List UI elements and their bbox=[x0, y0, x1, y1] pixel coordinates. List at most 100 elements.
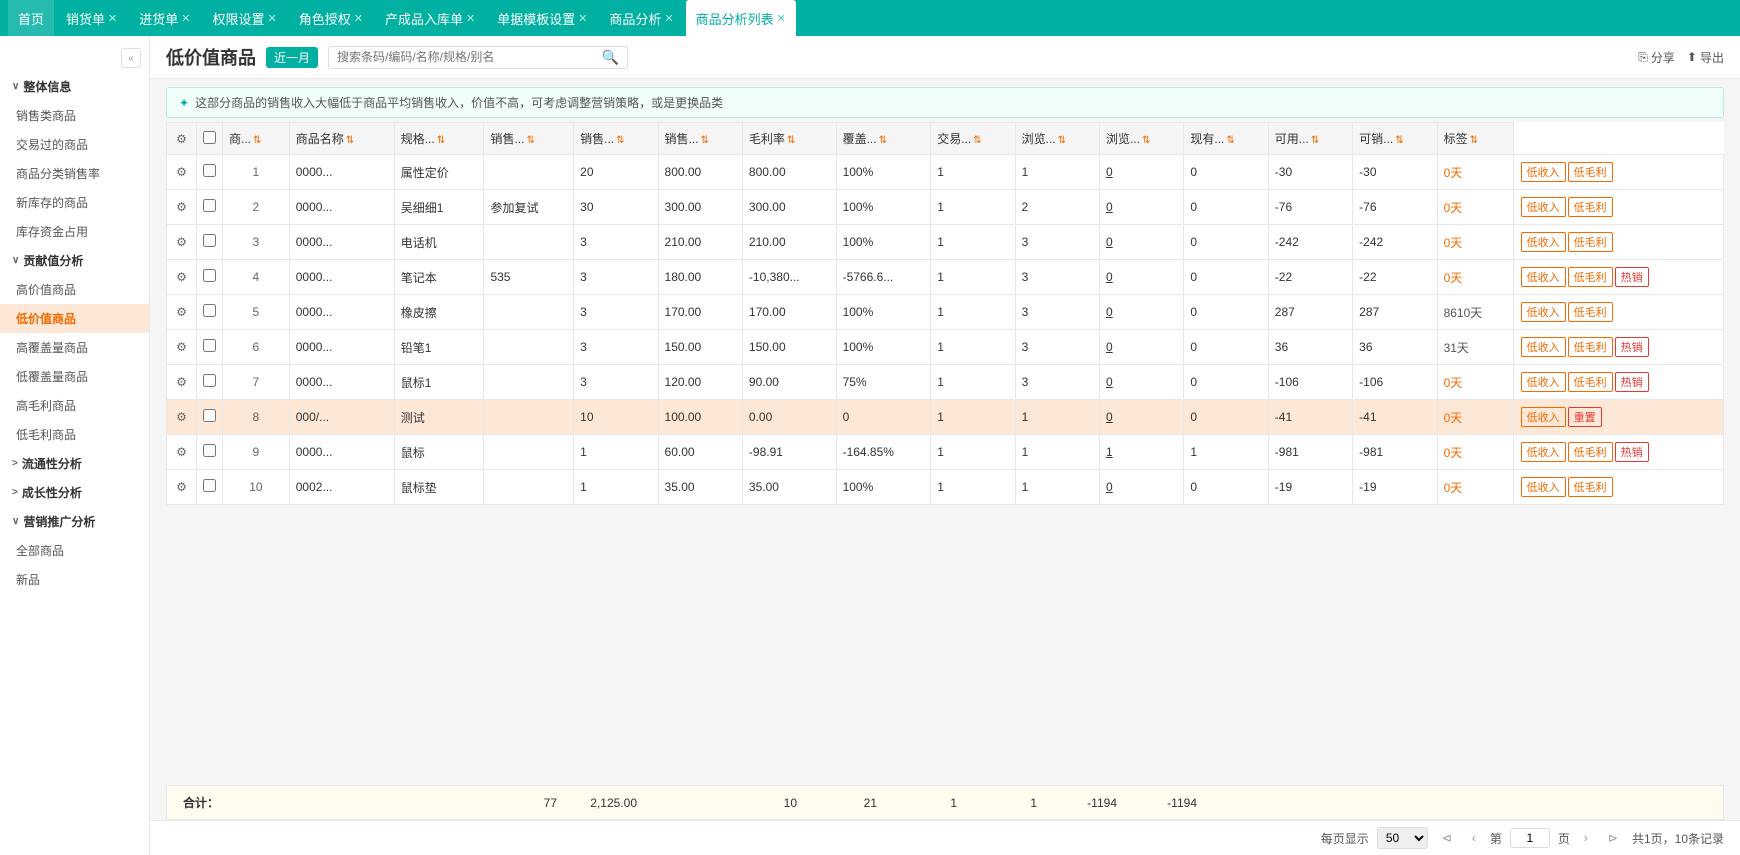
date-tag[interactable]: 近一月 bbox=[266, 47, 318, 68]
nav-close-icon[interactable]: ✕ bbox=[268, 12, 277, 25]
view-count-link[interactable]: 0 bbox=[1106, 410, 1113, 424]
sidebar-item-inventory-funds[interactable]: 库存资金占用 bbox=[0, 217, 149, 246]
row-checkbox[interactable] bbox=[197, 225, 223, 260]
select-all-checkbox[interactable] bbox=[203, 131, 216, 144]
nav-product-analysis[interactable]: 商品分析✕ bbox=[599, 0, 683, 36]
sidebar-item-traded-products[interactable]: 交易过的商品 bbox=[0, 130, 149, 159]
row-checkbox[interactable] bbox=[197, 330, 223, 365]
row-gear[interactable]: ⚙ bbox=[167, 260, 197, 295]
th-sales3[interactable]: 销售...⇅ bbox=[658, 123, 742, 155]
row-checkbox[interactable] bbox=[197, 295, 223, 330]
sidebar-collapse-button[interactable]: « bbox=[121, 48, 141, 68]
nav-template-setting[interactable]: 单据模板设置✕ bbox=[487, 0, 597, 36]
th-spec[interactable]: 规格...⇅ bbox=[394, 123, 484, 155]
row-gear[interactable]: ⚙ bbox=[167, 470, 197, 505]
sidebar-item-low-coverage[interactable]: 低覆盖量商品 bbox=[0, 362, 149, 391]
row-gear[interactable]: ⚙ bbox=[167, 295, 197, 330]
row-gear[interactable]: ⚙ bbox=[167, 400, 197, 435]
sidebar-group-marketing[interactable]: ∨营销推广分析 bbox=[0, 507, 149, 536]
page-size-select[interactable]: 50 100 200 bbox=[1377, 827, 1428, 849]
sidebar-item-all-products[interactable]: 全部商品 bbox=[0, 536, 149, 565]
th-sales2[interactable]: 销售...⇅ bbox=[574, 123, 658, 155]
row-gear[interactable]: ⚙ bbox=[167, 365, 197, 400]
nav-close-icon[interactable]: ✕ bbox=[354, 12, 363, 25]
row-select-checkbox[interactable] bbox=[203, 164, 216, 177]
row-select-checkbox[interactable] bbox=[203, 304, 216, 317]
first-page-button[interactable]: ⊲ bbox=[1436, 829, 1458, 847]
sidebar-group-contribution[interactable]: ∨贡献值分析 bbox=[0, 246, 149, 275]
nav-close-icon[interactable]: ✕ bbox=[777, 12, 786, 25]
prev-page-button[interactable]: ‹ bbox=[1466, 829, 1482, 847]
sidebar-item-new-inventory[interactable]: 新库存的商品 bbox=[0, 188, 149, 217]
nav-close-icon[interactable]: ✕ bbox=[578, 12, 587, 25]
nav-close-icon[interactable]: ✕ bbox=[181, 12, 190, 25]
th-views1[interactable]: 浏览...⇅ bbox=[1015, 123, 1099, 155]
search-input[interactable] bbox=[337, 50, 598, 64]
view-count-link[interactable]: 0 bbox=[1106, 200, 1113, 214]
share-button[interactable]: ⎘ 分享 bbox=[1638, 49, 1675, 66]
view-count-link[interactable]: 0 bbox=[1106, 270, 1113, 284]
nav-sales-order[interactable]: 销货单✕ bbox=[56, 0, 127, 36]
th-current-stock[interactable]: 现有...⇅ bbox=[1184, 123, 1268, 155]
nav-close-icon[interactable]: ✕ bbox=[664, 12, 673, 25]
sidebar-item-high-coverage[interactable]: 高覆盖量商品 bbox=[0, 333, 149, 362]
view-count-link[interactable]: 1 bbox=[1106, 445, 1113, 459]
sidebar-group-circulation[interactable]: >流通性分析 bbox=[0, 449, 149, 478]
row-gear[interactable]: ⚙ bbox=[167, 330, 197, 365]
th-views2[interactable]: 浏览...⇅ bbox=[1100, 123, 1184, 155]
row-select-checkbox[interactable] bbox=[203, 234, 216, 247]
row-gear[interactable]: ⚙ bbox=[167, 190, 197, 225]
row-gear[interactable]: ⚙ bbox=[167, 225, 197, 260]
sidebar-group-overall[interactable]: ∨整体信息 bbox=[0, 72, 149, 101]
nav-product-inbound[interactable]: 产成品入库单✕ bbox=[375, 0, 485, 36]
view-count-link[interactable]: 0 bbox=[1106, 375, 1113, 389]
row-checkbox[interactable] bbox=[197, 435, 223, 470]
nav-home[interactable]: 首页 bbox=[8, 0, 54, 36]
row-select-checkbox[interactable] bbox=[203, 339, 216, 352]
view-count-link[interactable]: 0 bbox=[1106, 165, 1113, 179]
th-coverage[interactable]: 覆盖...⇅ bbox=[836, 123, 931, 155]
next-page-button[interactable]: › bbox=[1578, 829, 1594, 847]
th-tags[interactable]: 标签⇅ bbox=[1437, 123, 1513, 155]
th-margin[interactable]: 毛利率⇅ bbox=[742, 123, 836, 155]
nav-close-icon[interactable]: ✕ bbox=[466, 12, 475, 25]
th-checkbox[interactable] bbox=[197, 123, 223, 155]
export-button[interactable]: ⬆ 导出 bbox=[1687, 49, 1724, 66]
sidebar-item-high-value[interactable]: 高价值商品 bbox=[0, 275, 149, 304]
search-icon[interactable]: 🔍 bbox=[602, 49, 619, 66]
sidebar-group-growth[interactable]: >成长性分析 bbox=[0, 478, 149, 507]
row-checkbox[interactable] bbox=[197, 400, 223, 435]
row-select-checkbox[interactable] bbox=[203, 374, 216, 387]
nav-close-icon[interactable]: ✕ bbox=[108, 12, 117, 25]
sidebar-item-category-sales[interactable]: 商品分类销售率 bbox=[0, 159, 149, 188]
row-select-checkbox[interactable] bbox=[203, 444, 216, 457]
sidebar-item-low-value[interactable]: 低价值商品 bbox=[0, 304, 149, 333]
sidebar-item-high-margin[interactable]: 高毛利商品 bbox=[0, 391, 149, 420]
nav-permissions[interactable]: 权限设置✕ bbox=[202, 0, 286, 36]
sidebar-item-new-products[interactable]: 新品 bbox=[0, 565, 149, 594]
sidebar-item-low-margin[interactable]: 低毛利商品 bbox=[0, 420, 149, 449]
view-count-link[interactable]: 0 bbox=[1106, 305, 1113, 319]
row-select-checkbox[interactable] bbox=[203, 409, 216, 422]
th-sales1[interactable]: 销售...⇅ bbox=[484, 123, 574, 155]
view-count-link[interactable]: 0 bbox=[1106, 340, 1113, 354]
row-checkbox[interactable] bbox=[197, 190, 223, 225]
nav-role-auth[interactable]: 角色授权✕ bbox=[289, 0, 373, 36]
th-transactions[interactable]: 交易...⇅ bbox=[931, 123, 1015, 155]
page-number-input[interactable] bbox=[1510, 828, 1550, 848]
nav-purchase[interactable]: 进货单✕ bbox=[129, 0, 200, 36]
row-select-checkbox[interactable] bbox=[203, 199, 216, 212]
row-select-checkbox[interactable] bbox=[203, 269, 216, 282]
row-gear[interactable]: ⚙ bbox=[167, 435, 197, 470]
th-code[interactable]: 商...⇅ bbox=[223, 123, 290, 155]
row-checkbox[interactable] bbox=[197, 470, 223, 505]
th-name[interactable]: 商品名称⇅ bbox=[289, 123, 394, 155]
sidebar-item-sales-products[interactable]: 销售类商品 bbox=[0, 101, 149, 130]
row-checkbox[interactable] bbox=[197, 260, 223, 295]
th-settings[interactable]: ⚙ bbox=[167, 123, 197, 155]
row-gear[interactable]: ⚙ bbox=[167, 155, 197, 190]
last-page-button[interactable]: ⊳ bbox=[1602, 829, 1624, 847]
nav-product-analysis-list[interactable]: 商品分析列表✕ bbox=[686, 0, 796, 36]
view-count-link[interactable]: 0 bbox=[1106, 235, 1113, 249]
th-saleable[interactable]: 可销...⇅ bbox=[1353, 123, 1437, 155]
